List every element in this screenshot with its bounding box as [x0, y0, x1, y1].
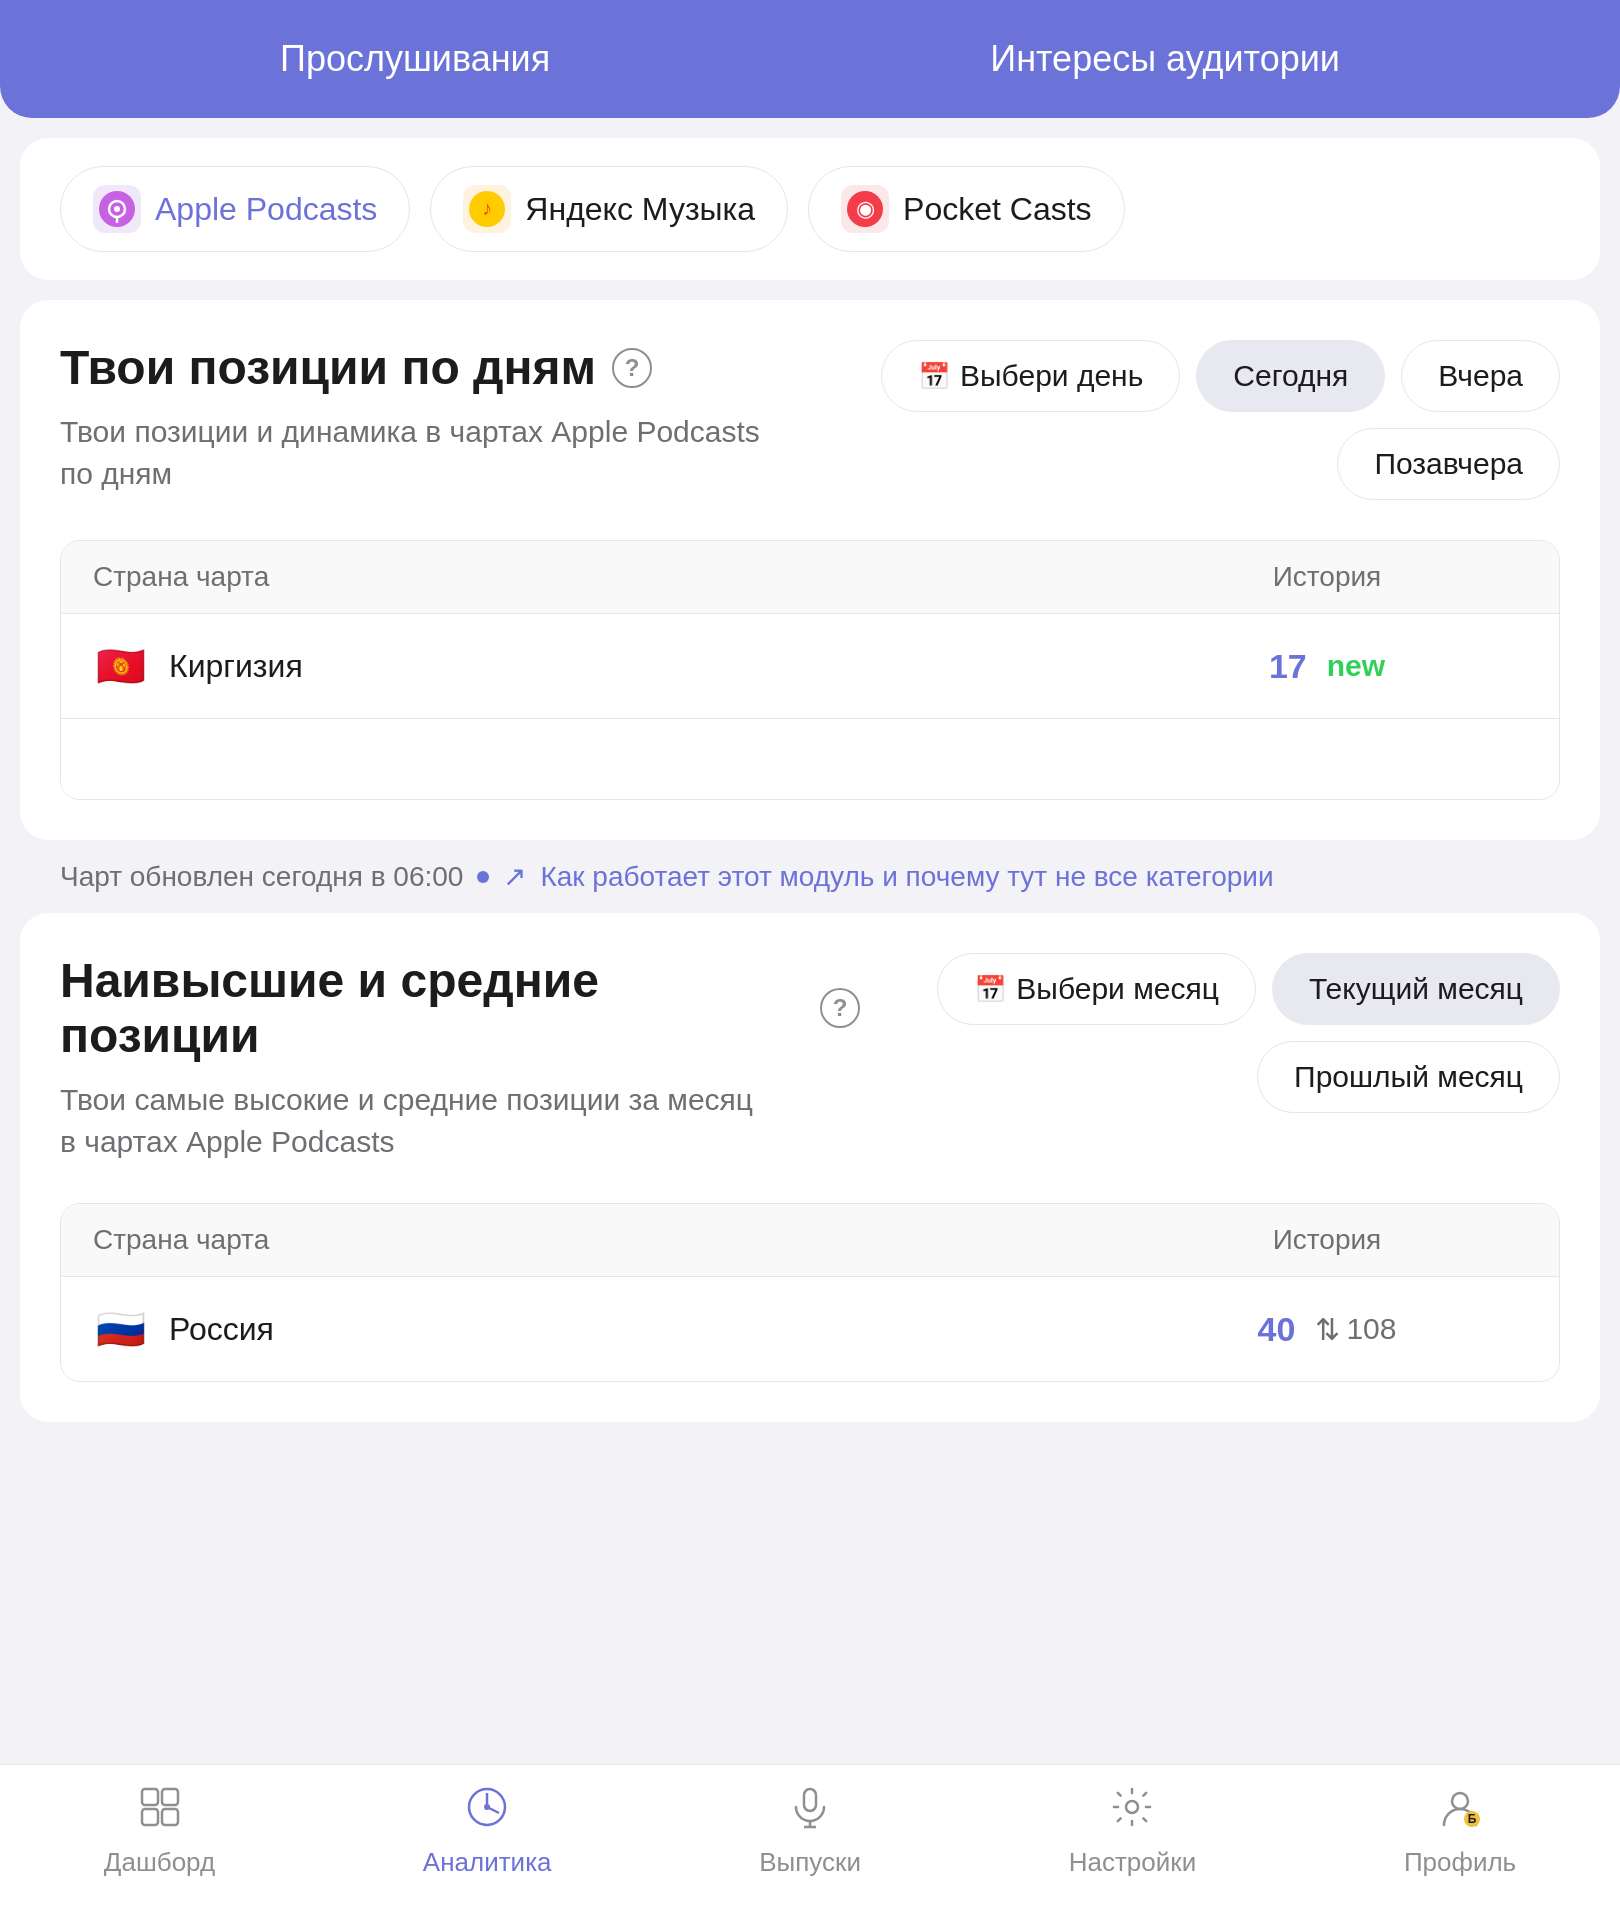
nav-analytics[interactable]: Аналитика	[423, 1785, 552, 1878]
position-ru: 40	[1258, 1310, 1296, 1349]
filter-day-before[interactable]: Позавчера	[1337, 428, 1560, 500]
source-tab-yandex[interactable]: ♪ Яндекс Музыка	[430, 166, 788, 252]
section2-help-icon[interactable]: ?	[820, 988, 860, 1028]
source-tabs: Apple Podcasts ♪ Яндекс Музыка ◉ Pocket …	[60, 166, 1560, 252]
position-kg: 17	[1269, 647, 1307, 686]
update-time-text: Чарт обновлен сегодня в 06:00	[60, 861, 463, 893]
col-country-header1: Страна чарта	[93, 561, 1127, 593]
section-daily-positions: Твои позиции по дням ? Твои позиции и ди…	[20, 300, 1600, 840]
settings-icon	[1110, 1785, 1154, 1839]
update-link[interactable]: Как работает этот модуль и почему тут не…	[540, 861, 1273, 893]
section1-filters: 📅 Выбери день Сегодня Вчера Позавчера	[860, 340, 1560, 500]
col-country-header2: Страна чарта	[93, 1224, 1127, 1256]
flag-kyrgyzstan: 🇰🇬	[93, 638, 149, 694]
yandex-music-label: Яндекс Музыка	[525, 191, 755, 228]
section1-header: Твои позиции по дням ? Твои позиции и ди…	[60, 340, 1560, 500]
section1-table: Страна чарта История 🇰🇬 Киргизия 17 new	[60, 540, 1560, 800]
table1-header: Страна чарта История	[61, 541, 1559, 614]
table-row: 🇰🇬 Киргизия 17 new	[61, 614, 1559, 719]
section-highest-positions: Наивысшие и средние позиции ? Твои самые…	[20, 913, 1600, 1422]
filter-yesterday[interactable]: Вчера	[1401, 340, 1560, 412]
nav-profile[interactable]: Б Профиль	[1404, 1785, 1516, 1878]
position-change-kg: new	[1327, 649, 1385, 683]
source-tabs-container: Apple Podcasts ♪ Яндекс Музыка ◉ Pocket …	[20, 138, 1600, 280]
analytics-icon	[465, 1785, 509, 1839]
country-cell-ru: 🇷🇺 Россия	[93, 1301, 1127, 1357]
profile-icon: Б	[1438, 1785, 1482, 1839]
calendar-icon: 📅	[918, 361, 950, 392]
section2-title: Наивысшие и средние позиции ?	[60, 953, 860, 1063]
col-history-header1: История	[1127, 561, 1527, 593]
calendar-icon2: 📅	[974, 974, 1006, 1005]
svg-text:Б: Б	[1468, 1812, 1477, 1826]
filter-pick-day[interactable]: 📅 Выбери день	[881, 340, 1180, 412]
svg-rect-11	[162, 1809, 178, 1825]
nav-episodes[interactable]: Выпуски	[759, 1785, 861, 1878]
svg-text:♪: ♪	[482, 197, 492, 219]
position-change-ru: ⇅ 108	[1315, 1312, 1396, 1347]
section1-title: Твои позиции по дням ?	[60, 340, 760, 395]
source-tab-apple[interactable]: Apple Podcasts	[60, 166, 410, 252]
table2-header: Страна чарта История	[61, 1204, 1559, 1277]
country-name-kg: Киргизия	[169, 648, 303, 685]
svg-point-13	[484, 1804, 490, 1810]
top-tab-bar: Прослушивания Интересы аудитории	[0, 0, 1620, 118]
apple-podcasts-label: Apple Podcasts	[155, 191, 377, 228]
section2-filters: 📅 Выбери месяц Текущий месяц Прошлый мес…	[860, 953, 1560, 1113]
svg-rect-8	[142, 1789, 158, 1805]
section2-header: Наивысшие и средние позиции ? Твои самые…	[60, 953, 1560, 1163]
tab-listenings[interactable]: Прослушивания	[200, 18, 630, 100]
col-history-header2: История	[1127, 1224, 1527, 1256]
arrow-up-right-icon: ↗	[503, 860, 526, 893]
source-tab-pocket[interactable]: ◉ Pocket Casts	[808, 166, 1125, 252]
flag-russia: 🇷🇺	[93, 1301, 149, 1357]
filter-current-month[interactable]: Текущий месяц	[1272, 953, 1560, 1025]
svg-point-2	[114, 206, 120, 212]
table-row-russia: 🇷🇺 Россия 40 ⇅ 108	[61, 1277, 1559, 1381]
nav-settings[interactable]: Настройки	[1069, 1785, 1197, 1878]
section1-title-area: Твои позиции по дням ? Твои позиции и ди…	[60, 340, 760, 495]
pocket-casts-label: Pocket Casts	[903, 191, 1092, 228]
filter-today[interactable]: Сегодня	[1196, 340, 1385, 412]
pocket-casts-icon: ◉	[841, 185, 889, 233]
apple-podcasts-icon	[93, 185, 141, 233]
filter-pick-month[interactable]: 📅 Выбери месяц	[937, 953, 1256, 1025]
country-cell-kg: 🇰🇬 Киргизия	[93, 638, 1127, 694]
tab-audience-interests[interactable]: Интересы аудитории	[910, 18, 1420, 100]
bottom-nav: Дашборд Аналитика Выпуски	[0, 1764, 1620, 1908]
svg-rect-14	[804, 1789, 816, 1811]
history-cell-ru: 40 ⇅ 108	[1127, 1310, 1527, 1349]
nav-dashboard[interactable]: Дашборд	[104, 1785, 215, 1878]
svg-point-17	[1126, 1801, 1138, 1813]
dashboard-icon	[138, 1785, 182, 1839]
arrows-icon: ⇅	[1315, 1312, 1340, 1347]
empty-row	[61, 719, 1559, 799]
svg-text:◉: ◉	[856, 196, 875, 221]
section2-table: Страна чарта История 🇷🇺 Россия 40 ⇅ 108	[60, 1203, 1560, 1382]
svg-point-18	[1452, 1793, 1468, 1809]
svg-rect-10	[142, 1809, 158, 1825]
section1-help-icon[interactable]: ?	[612, 348, 652, 388]
yandex-music-icon: ♪	[463, 185, 511, 233]
update-note: Чарт обновлен сегодня в 06:00 ↗ Как рабо…	[60, 860, 1560, 893]
country-name-ru: Россия	[169, 1311, 274, 1348]
history-cell-kg: 17 new	[1127, 647, 1527, 686]
microphone-icon	[788, 1785, 832, 1839]
filter-last-month[interactable]: Прошлый месяц	[1257, 1041, 1560, 1113]
section2-description: Твои самые высокие и средние позиции за …	[60, 1079, 760, 1163]
section1-description: Твои позиции и динамика в чартах Apple P…	[60, 411, 760, 495]
svg-rect-9	[162, 1789, 178, 1805]
update-dot	[477, 871, 489, 883]
section2-title-area: Наивысшие и средние позиции ? Твои самые…	[60, 953, 860, 1163]
